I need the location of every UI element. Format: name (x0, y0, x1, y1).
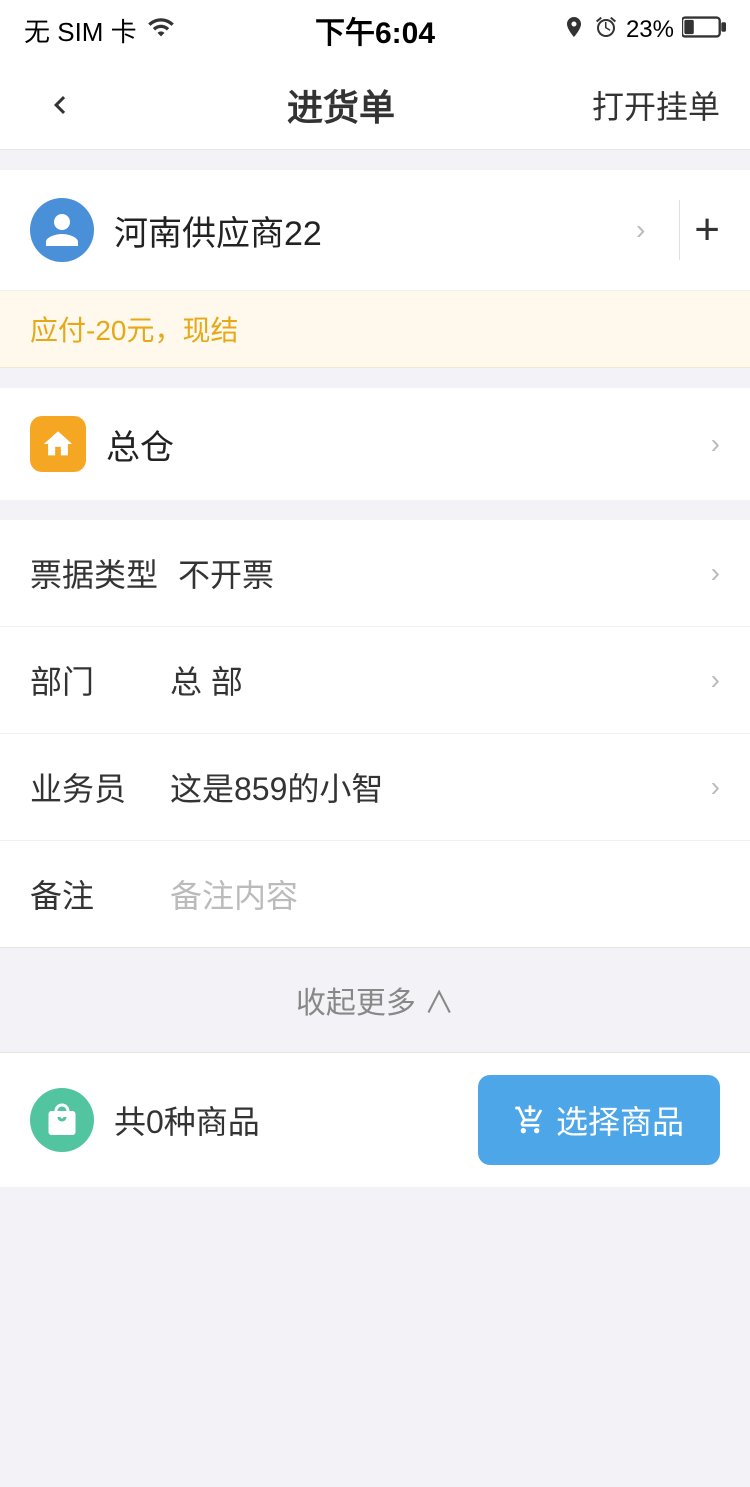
warehouse-icon (30, 416, 86, 472)
add-supplier-button[interactable]: + (694, 208, 720, 252)
warehouse-chevron-icon: › (711, 428, 720, 460)
remark-label: 备注 (30, 871, 150, 917)
select-product-button[interactable]: 选择商品 (478, 1075, 720, 1165)
status-bar-right: 23% (562, 15, 726, 46)
back-button[interactable] (30, 75, 90, 135)
invoice-type-row[interactable]: 票据类型 不开票 › (0, 520, 750, 627)
invoice-type-label: 票据类型 (30, 550, 158, 596)
carrier-label: 无 SIM 卡 (24, 12, 137, 49)
section-gap-2 (0, 368, 750, 388)
notice-bar: 应付-20元，现结 (0, 291, 750, 368)
invoice-type-value: 不开票 (158, 550, 711, 596)
bottom-area (0, 1187, 750, 1487)
supplier-chevron-icon: › (636, 214, 645, 246)
section-gap-3 (0, 500, 750, 520)
collapse-button[interactable]: 收起更多 ∧ (0, 947, 750, 1052)
warehouse-row[interactable]: 总仓 › (0, 388, 750, 500)
warehouse-section[interactable]: 总仓 › (0, 388, 750, 500)
nav-bar: 进货单 打开挂单 (0, 60, 750, 150)
divider (679, 200, 680, 260)
product-count-label: 共0种商品 (114, 1097, 478, 1143)
warehouse-name: 总仓 (106, 420, 711, 469)
remark-placeholder: 备注内容 (150, 871, 720, 917)
wifi-icon (147, 13, 175, 48)
status-bar-time: 下午6:04 (315, 8, 435, 52)
invoice-type-chevron: › (711, 557, 720, 589)
salesperson-row[interactable]: 业务员 这是859的小智 › (0, 734, 750, 841)
department-value: 总 部 (150, 657, 711, 703)
supplier-row[interactable]: 河南供应商22 › + (0, 170, 750, 291)
location-icon (562, 15, 586, 46)
salesperson-label: 业务员 (30, 764, 150, 810)
department-row[interactable]: 部门 总 部 › (0, 627, 750, 734)
alarm-icon (594, 15, 618, 46)
status-bar-left: 无 SIM 卡 (24, 12, 175, 49)
supplier-section: 河南供应商22 › + 应付-20元，现结 (0, 170, 750, 368)
supplier-name: 河南供应商22 (114, 206, 636, 255)
salesperson-value: 这是859的小智 (150, 764, 711, 810)
battery-icon (682, 16, 726, 45)
page-title: 进货单 (287, 79, 395, 131)
form-section: 票据类型 不开票 › 部门 总 部 › 业务员 这是859的小智 › 备注 备注… (0, 520, 750, 947)
product-bar: 共0种商品 选择商品 (0, 1052, 750, 1187)
status-bar: 无 SIM 卡 下午6:04 23% (0, 0, 750, 60)
section-gap-1 (0, 150, 750, 170)
remark-row[interactable]: 备注 备注内容 (0, 841, 750, 947)
open-pending-button[interactable]: 打开挂单 (592, 82, 720, 128)
supplier-avatar (30, 198, 94, 262)
department-chevron: › (711, 664, 720, 696)
select-product-label: 选择商品 (556, 1097, 684, 1143)
salesperson-chevron: › (711, 771, 720, 803)
product-icon (30, 1088, 94, 1152)
department-label: 部门 (30, 657, 150, 703)
battery-label: 23% (626, 16, 674, 44)
